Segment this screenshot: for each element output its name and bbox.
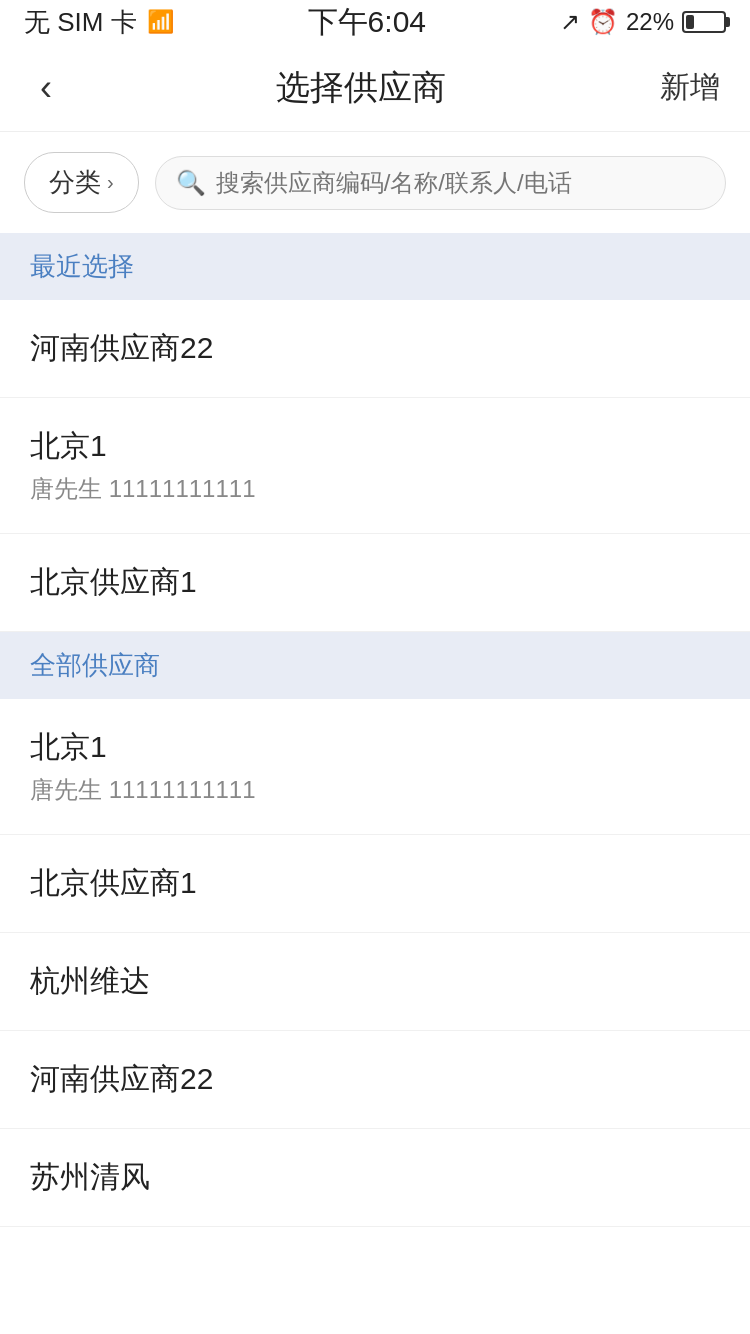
status-left: 无 SIM 卡 📶 — [24, 5, 174, 40]
item-sub: 唐先生 11111111111 — [30, 473, 720, 505]
battery-percent: 22% — [626, 8, 674, 36]
search-icon: 🔍 — [176, 169, 206, 197]
list-item[interactable]: 河南供应商22 — [0, 300, 750, 398]
back-button[interactable]: ‹ — [30, 57, 62, 119]
category-label: 分类 — [49, 165, 101, 200]
location-icon: ↗ — [560, 8, 580, 36]
search-input[interactable] — [216, 169, 705, 197]
page-title: 选择供应商 — [276, 65, 446, 111]
all-section-header: 全部供应商 — [0, 632, 750, 699]
all-items-list: 北京1 唐先生 11111111111 北京供应商1 杭州维达河南供应商22 苏州清风 — [0, 699, 750, 1227]
item-name: 北京1 — [30, 727, 720, 768]
item-name: 苏州清风 — [30, 1157, 720, 1198]
new-action-button[interactable]: 新增 — [660, 67, 720, 108]
category-filter-button[interactable]: 分类 › — [24, 152, 139, 213]
filter-bar: 分类 › 🔍 — [0, 132, 750, 233]
list-item[interactable]: 北京供应商1 — [0, 835, 750, 933]
item-name: 北京1 — [30, 426, 720, 467]
item-name: 北京供应商1 — [30, 863, 720, 904]
search-box[interactable]: 🔍 — [155, 156, 726, 210]
battery-icon — [682, 11, 726, 33]
item-sub: 唐先生 11111111111 — [30, 774, 720, 806]
list-item[interactable]: 苏州清风 — [0, 1129, 750, 1227]
all-section-label: 全部供应商 — [30, 650, 160, 680]
item-name: 北京供应商1 — [30, 562, 720, 603]
wifi-icon: 📶 — [147, 9, 174, 35]
list-item[interactable]: 北京供应商1 — [0, 534, 750, 632]
nav-bar: ‹ 选择供应商 新增 — [0, 44, 750, 132]
item-name: 河南供应商22 — [30, 328, 720, 369]
list-item[interactable]: 杭州维达 — [0, 933, 750, 1031]
list-item[interactable]: 北京1 唐先生 11111111111 — [0, 398, 750, 534]
list-item[interactable]: 河南供应商22 — [0, 1031, 750, 1129]
recent-section-header: 最近选择 — [0, 233, 750, 300]
recent-section-label: 最近选择 — [30, 251, 134, 281]
status-bar: 无 SIM 卡 📶 下午6:04 ↗ ⏰ 22% — [0, 0, 750, 44]
list-item[interactable]: 北京1 唐先生 11111111111 — [0, 699, 750, 835]
item-name: 杭州维达 — [30, 961, 720, 1002]
no-sim-label: 无 SIM 卡 — [24, 5, 137, 40]
category-chevron-icon: › — [107, 171, 114, 194]
status-right: ↗ ⏰ 22% — [560, 8, 726, 36]
item-name: 河南供应商22 — [30, 1059, 720, 1100]
recent-items-list: 河南供应商22 北京1 唐先生 11111111111 北京供应商1 — [0, 300, 750, 632]
status-time: 下午6:04 — [308, 2, 426, 43]
alarm-icon: ⏰ — [588, 8, 618, 36]
